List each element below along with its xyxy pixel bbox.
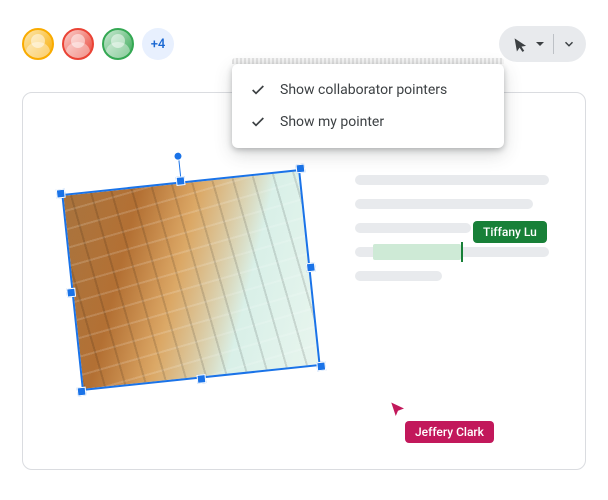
avatar-overflow-count[interactable]: +4 (142, 28, 174, 60)
collaborator-text-cursor (461, 242, 463, 262)
avatar[interactable] (62, 28, 94, 60)
resize-handle-top-left[interactable] (56, 189, 66, 199)
pointer-options-menu: Show collaborator pointers Show my point… (232, 64, 504, 148)
collaborator-label-jeffery: Jeffery Clark (405, 421, 494, 443)
resize-handle-bottom-middle[interactable] (196, 374, 206, 384)
menu-item-show-my-pointer[interactable]: Show my pointer (232, 106, 504, 138)
text-line (355, 223, 471, 233)
chevron-down-icon[interactable] (562, 37, 576, 51)
resize-handle-middle-left[interactable] (66, 288, 76, 298)
menu-item-label: Show collaborator pointers (280, 82, 447, 98)
check-icon (250, 82, 266, 98)
resize-handle-middle-right[interactable] (306, 262, 316, 272)
cursor-icon (513, 36, 529, 52)
text-line (355, 199, 533, 209)
avatar[interactable] (22, 28, 54, 60)
text-line (355, 175, 549, 185)
document-canvas[interactable]: Tiffany Lu Jeffery Clark (22, 92, 586, 470)
collaborator-cursor-icon (389, 401, 407, 419)
collaborator-avatars: +4 (22, 28, 174, 60)
text-line (355, 271, 442, 281)
button-divider (553, 34, 554, 54)
pointer-options-button[interactable] (499, 26, 586, 62)
collaborator-selection-highlight (373, 244, 461, 260)
text-line (355, 247, 549, 257)
caret-down-small-icon (535, 39, 545, 49)
avatar[interactable] (102, 28, 134, 60)
resize-handle-top-middle[interactable] (176, 176, 186, 186)
resize-handle-top-right[interactable] (295, 164, 305, 174)
check-icon (250, 114, 266, 130)
menu-item-show-collaborator-pointers[interactable]: Show collaborator pointers (232, 74, 504, 106)
resize-handle-bottom-left[interactable] (77, 387, 87, 397)
rotation-handle[interactable] (173, 151, 183, 161)
resize-handle-bottom-right[interactable] (316, 361, 326, 371)
building-photo (61, 169, 320, 391)
selected-image[interactable] (61, 169, 320, 391)
menu-item-label: Show my pointer (280, 114, 384, 130)
collaborator-label-tiffany: Tiffany Lu (473, 221, 547, 243)
